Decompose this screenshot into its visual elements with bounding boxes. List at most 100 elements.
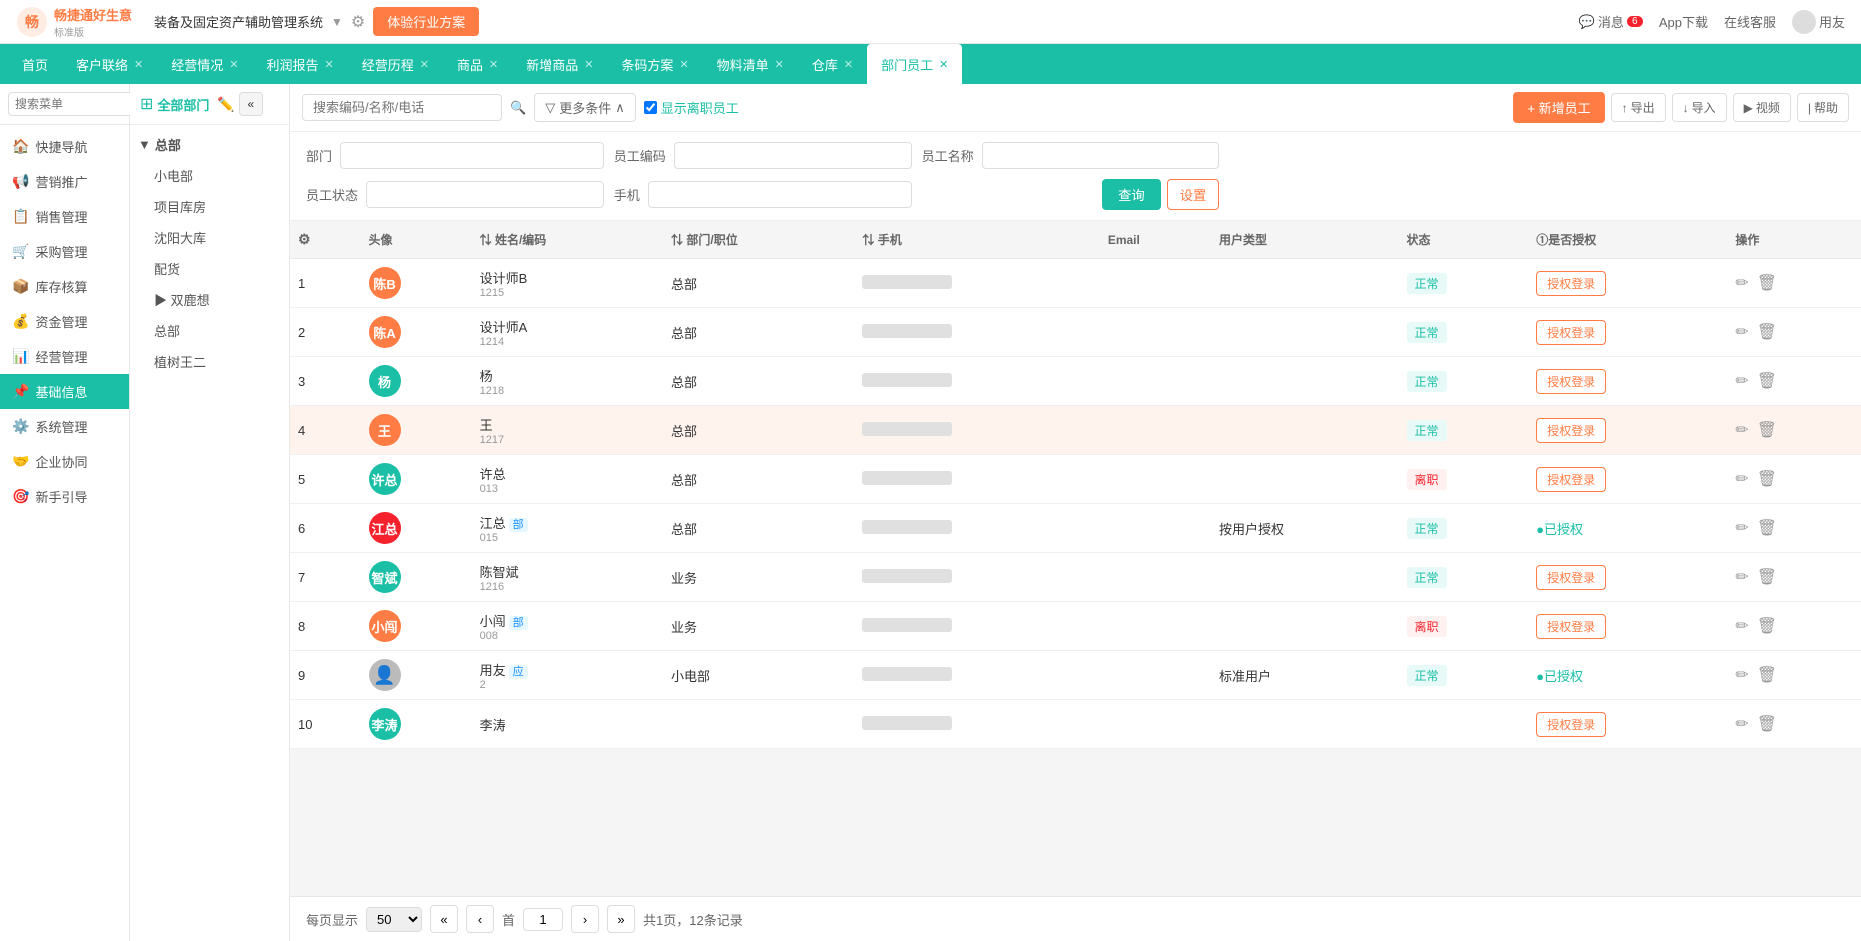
- cell-auth[interactable]: 授权登录: [1528, 308, 1727, 357]
- th-dept[interactable]: ⇅ 部门/职位: [663, 221, 854, 259]
- auth-btn[interactable]: 授权登录: [1536, 418, 1606, 443]
- edit-icon[interactable]: ✏: [1735, 322, 1748, 342]
- delete-icon[interactable]: 🗑: [1757, 714, 1777, 734]
- online-service[interactable]: 在线客服: [1724, 12, 1776, 31]
- edit-icon[interactable]: ✏: [1735, 616, 1748, 636]
- dept-node-xiaodian[interactable]: 小电部: [130, 160, 289, 191]
- tab-close-customer[interactable]: ✕: [134, 58, 143, 71]
- edit-icon[interactable]: ✏: [1735, 371, 1748, 391]
- set-btn[interactable]: 设置: [1167, 179, 1220, 210]
- tab-close-history[interactable]: ✕: [420, 58, 429, 71]
- edit-icon[interactable]: ✏: [1735, 567, 1748, 587]
- cell-auth[interactable]: 授权登录: [1528, 357, 1727, 406]
- cell-auth[interactable]: 授权登录: [1528, 700, 1727, 749]
- tab-close-employees[interactable]: ✕: [939, 58, 948, 71]
- sidebar-item-system[interactable]: ⚙️ 系统管理: [0, 409, 129, 444]
- help-btn[interactable]: | 帮助: [1797, 93, 1849, 122]
- edit-icon[interactable]: ✏: [1735, 469, 1748, 489]
- search-input[interactable]: [302, 94, 502, 121]
- delete-icon[interactable]: 🗑: [1757, 616, 1777, 636]
- delete-icon[interactable]: 🗑: [1757, 371, 1777, 391]
- show-resigned-input[interactable]: [644, 101, 657, 114]
- sidebar-item-mgmt[interactable]: 📊 经营管理: [0, 339, 129, 374]
- th-settings[interactable]: ⚙: [290, 221, 361, 259]
- tab-bom[interactable]: 物料清单✕: [703, 44, 798, 84]
- add-employee-btn[interactable]: + 新增员工: [1513, 92, 1604, 123]
- dept-filter-select[interactable]: [340, 142, 604, 169]
- system-title-dropdown[interactable]: ▼: [331, 15, 343, 29]
- edit-icon[interactable]: ✏: [1735, 273, 1748, 293]
- edit-icon[interactable]: ✏: [1735, 714, 1748, 734]
- auth-btn[interactable]: 授权登录: [1536, 369, 1606, 394]
- th-name[interactable]: ⇅ 姓名/编码: [472, 221, 663, 259]
- phone-input[interactable]: [648, 181, 912, 208]
- search-btn[interactable]: 查询: [1102, 179, 1161, 210]
- dept-node-shuanglu[interactable]: ▶ 双鹿想: [130, 284, 289, 315]
- message-area[interactable]: 💬 消息 6: [1579, 12, 1643, 31]
- sidebar-item-basic[interactable]: 📌 基础信息: [0, 374, 129, 409]
- dept-node-peihuo[interactable]: 配货: [130, 253, 289, 284]
- edit-icon[interactable]: ✏: [1735, 665, 1748, 685]
- app-download[interactable]: App下载: [1659, 12, 1708, 31]
- edit-icon[interactable]: ✏: [1735, 420, 1748, 440]
- delete-icon[interactable]: 🗑: [1757, 273, 1777, 293]
- sidebar-item-sales[interactable]: 📋 销售管理: [0, 199, 129, 234]
- more-filter-btn[interactable]: ▽ 更多条件 ∧: [534, 93, 636, 122]
- auth-btn[interactable]: 授权登录: [1536, 320, 1606, 345]
- delete-icon[interactable]: 🗑: [1757, 322, 1777, 342]
- dept-node-zongbu[interactable]: 总部: [130, 315, 289, 346]
- user-avatar[interactable]: 用友: [1792, 10, 1845, 34]
- sidebar-item-marketing[interactable]: 📢 营销推广: [0, 164, 129, 199]
- tab-close-barcode[interactable]: ✕: [679, 58, 688, 71]
- auth-btn[interactable]: 授权登录: [1536, 271, 1606, 296]
- tab-customer[interactable]: 客户联络✕: [62, 44, 157, 84]
- cell-auth[interactable]: 授权登录: [1528, 406, 1727, 455]
- export-btn[interactable]: ↑ 导出: [1611, 93, 1666, 122]
- tab-close-profit[interactable]: ✕: [325, 58, 334, 71]
- auth-btn[interactable]: 授权登录: [1536, 614, 1606, 639]
- sidebar-item-nav[interactable]: 🏠 快捷导航: [0, 129, 129, 164]
- th-phone[interactable]: ⇅ 手机: [854, 221, 1099, 259]
- auth-btn[interactable]: 授权登录: [1536, 467, 1606, 492]
- delete-icon[interactable]: 🗑: [1757, 469, 1777, 489]
- auth-btn[interactable]: 授权登录: [1536, 565, 1606, 590]
- last-page-btn[interactable]: »: [607, 905, 635, 933]
- delete-icon[interactable]: 🗑: [1757, 665, 1777, 685]
- tab-history[interactable]: 经营历程✕: [348, 44, 443, 84]
- tab-employees[interactable]: 部门员工✕: [867, 44, 962, 84]
- tab-warehouse[interactable]: 仓库✕: [798, 44, 867, 84]
- tab-close-goods[interactable]: ✕: [489, 58, 498, 71]
- dept-node-zongbu-parent[interactable]: ▼ 总部: [130, 129, 289, 160]
- prev-page-btn[interactable]: ‹: [466, 905, 494, 933]
- tab-home[interactable]: 首页: [8, 44, 62, 84]
- tab-operations[interactable]: 经营情况✕: [157, 44, 252, 84]
- view-btn[interactable]: ▶ 视频: [1733, 93, 1791, 122]
- tab-barcode[interactable]: 条码方案✕: [607, 44, 702, 84]
- dept-node-zhishu[interactable]: 植树王二: [130, 346, 289, 377]
- cell-auth[interactable]: ●已授权: [1528, 504, 1727, 553]
- cell-auth[interactable]: 授权登录: [1528, 602, 1727, 651]
- sidebar-item-guide[interactable]: 🎯 新手引导: [0, 479, 129, 514]
- show-resigned-checkbox[interactable]: 显示离职员工: [644, 98, 739, 117]
- next-page-btn[interactable]: ›: [571, 905, 599, 933]
- dept-edit-icon[interactable]: ✏️: [217, 96, 234, 113]
- tab-close-new-goods[interactable]: ✕: [584, 58, 593, 71]
- dept-node-shenyang[interactable]: 沈阳大库: [130, 222, 289, 253]
- trial-btn[interactable]: 体验行业方案: [373, 7, 479, 36]
- search-icon[interactable]: 🔍: [510, 100, 526, 116]
- emp-code-input[interactable]: [674, 142, 912, 169]
- collapse-btn[interactable]: «: [239, 92, 263, 116]
- tab-profit[interactable]: 利润报告✕: [252, 44, 347, 84]
- tab-close-ops[interactable]: ✕: [229, 58, 238, 71]
- sidebar-item-collab[interactable]: 🤝 企业协同: [0, 444, 129, 479]
- sidebar-item-finance[interactable]: 💰 资金管理: [0, 304, 129, 339]
- settings-icon[interactable]: ⚙: [351, 12, 365, 32]
- tab-new-goods[interactable]: 新增商品✕: [512, 44, 607, 84]
- edit-icon[interactable]: ✏: [1735, 518, 1748, 538]
- cell-auth[interactable]: ●已授权: [1528, 651, 1727, 700]
- import-btn[interactable]: ↓ 导入: [1672, 93, 1727, 122]
- delete-icon[interactable]: 🗑: [1757, 420, 1777, 440]
- auth-btn[interactable]: 授权登录: [1536, 712, 1606, 737]
- tab-goods[interactable]: 商品✕: [443, 44, 512, 84]
- emp-status-select[interactable]: [366, 181, 604, 208]
